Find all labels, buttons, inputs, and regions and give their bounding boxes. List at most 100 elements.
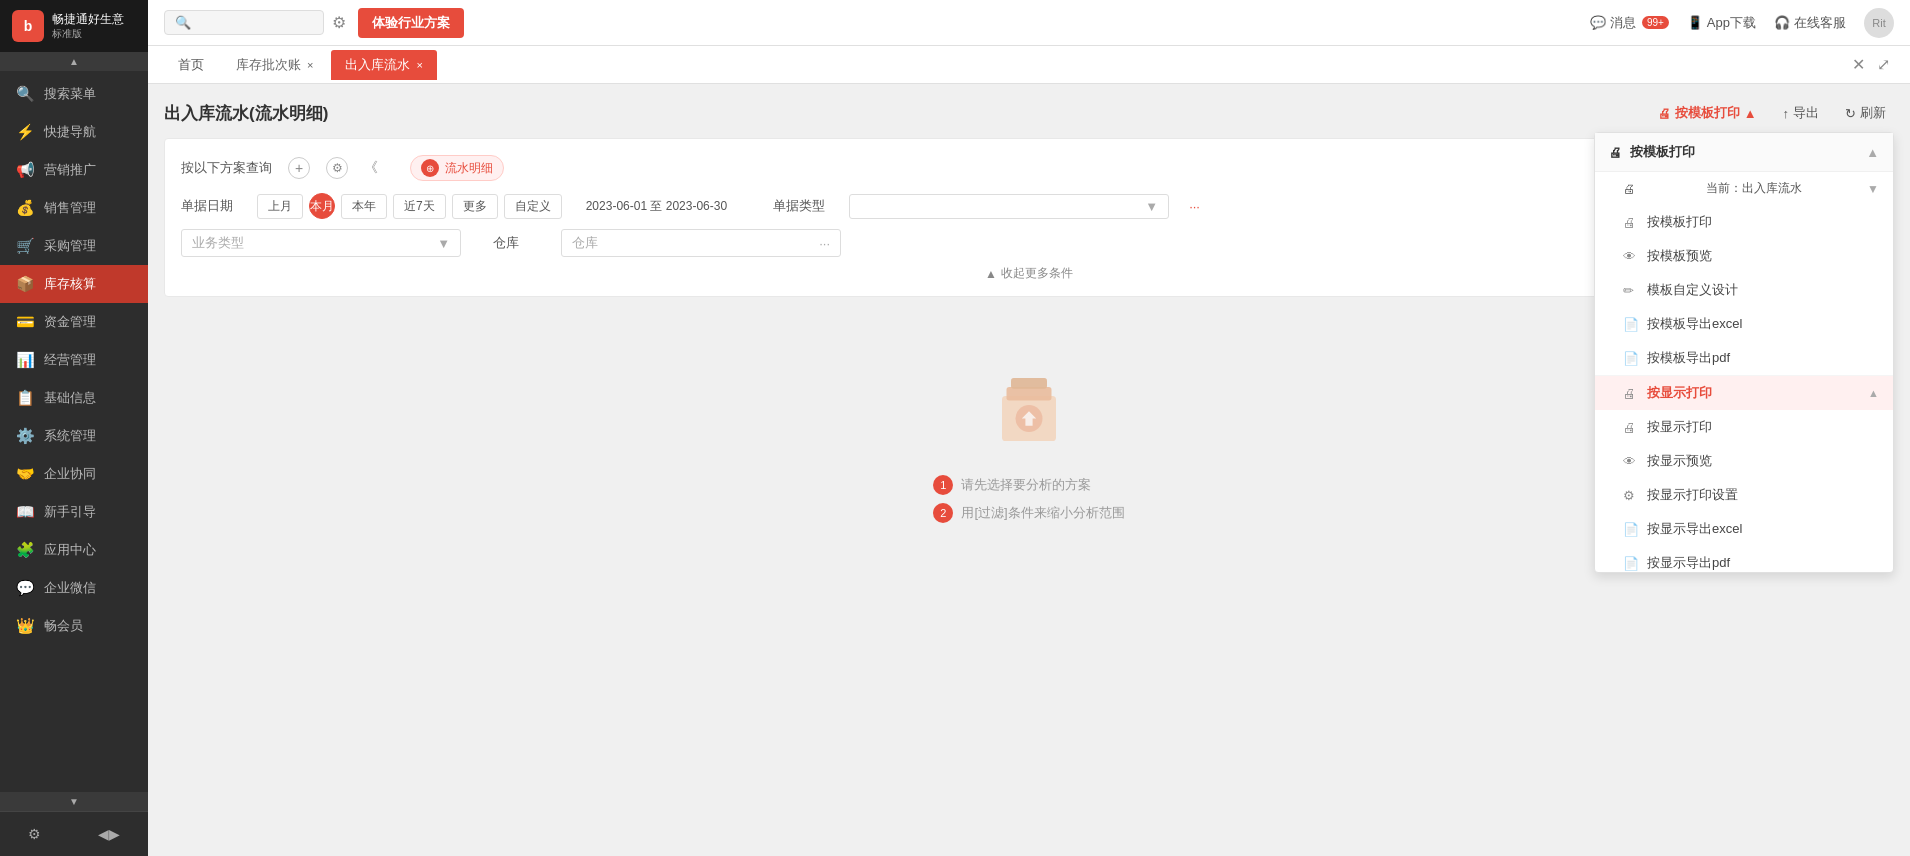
tabs-bar: 首页 库存批次账 × 出入库流水 × ✕ ⤢ — [148, 46, 1910, 84]
search-icon: 🔍 — [16, 85, 34, 103]
sidebar-item-member[interactable]: 👑 畅会员 — [0, 607, 148, 645]
guide-icon: 📖 — [16, 503, 34, 521]
appcenter-icon: 🧩 — [16, 541, 34, 559]
user-avatar[interactable]: Rit — [1864, 8, 1894, 38]
tag-icon: ⊕ — [421, 159, 439, 177]
dp-display-print[interactable]: 🖨 按显示打印 — [1595, 410, 1893, 444]
step2-num: 2 — [933, 503, 953, 523]
sidebar-item-system[interactable]: ⚙️ 系统管理 — [0, 417, 148, 455]
sidebar-item-finance[interactable]: 💳 资金管理 — [0, 303, 148, 341]
print-template-btn[interactable]: 🖨 按模板打印 ▲ — [1650, 100, 1765, 126]
warehouse-more[interactable]: ··· — [819, 236, 830, 251]
dp-scroll[interactable]: 🖨 当前：出入库流水 ▼ 🖨 按模板打印 👁 按模板预览 — [1595, 172, 1893, 572]
sidebar-item-wechat[interactable]: 💬 企业微信 — [0, 569, 148, 607]
dp-display-icon: 🖨 — [1623, 386, 1639, 401]
type-select-more[interactable]: ··· — [1189, 199, 1200, 214]
dp-dpreview-icon: 👁 — [1623, 454, 1639, 469]
biz-type-select[interactable]: 业务类型 ▼ — [181, 229, 461, 257]
sidebar-item-appcenter[interactable]: 🧩 应用中心 — [0, 531, 148, 569]
phone-icon: 📱 — [1687, 15, 1703, 30]
dp-template-print[interactable]: 🖨 按模板打印 — [1595, 205, 1893, 239]
sidebar-item-collab[interactable]: 🤝 企业协同 — [0, 455, 148, 493]
print-dropdown-panel: 🖨 按模板打印 ▲ 🖨 当前：出入库流水 ▼ — [1594, 132, 1894, 573]
topbar-gear-icon[interactable]: ⚙ — [332, 13, 346, 32]
sidebar-item-purchase[interactable]: 🛒 采购管理 — [0, 227, 148, 265]
win-close-btn[interactable]: ✕ — [1848, 53, 1869, 76]
dp-header-arrow[interactable]: ▲ — [1866, 145, 1879, 160]
step1-num: 1 — [933, 475, 953, 495]
messages-btn[interactable]: 💬 消息 99+ — [1590, 14, 1669, 32]
filter-add-btn[interactable]: + — [288, 157, 310, 179]
sidebar-toggle-btn[interactable]: ◀▶ — [92, 820, 126, 848]
dp-current-template[interactable]: 🖨 当前：出入库流水 ▼ — [1595, 172, 1893, 205]
logo-icon: b — [12, 10, 44, 42]
online-service-btn[interactable]: 🎧 在线客服 — [1774, 14, 1846, 32]
topbar-search-box[interactable]: 🔍 — [164, 10, 324, 35]
dp-section-display: 🖨 按显示打印 ▲ 🖨 按显示打印 👁 按显示预览 — [1595, 376, 1893, 572]
dp-display-preview[interactable]: 👁 按显示预览 — [1595, 444, 1893, 478]
system-icon: ⚙️ — [16, 427, 34, 445]
sidebar-item-quicknav[interactable]: ⚡ 快捷导航 — [0, 113, 148, 151]
logo-text: 畅捷通好生意 — [52, 11, 124, 28]
date-btn-7days[interactable]: 近7天 — [393, 194, 446, 219]
date-btn-custom[interactable]: 自定义 — [504, 194, 562, 219]
sidebar-item-sales[interactable]: 💰 销售管理 — [0, 189, 148, 227]
win-expand-btn[interactable]: ⤢ — [1873, 53, 1894, 76]
sidebar-nav: 🔍 搜索菜单 ⚡ 快捷导航 📢 营销推广 💰 销售管理 🛒 采购管理 📦 库存核… — [0, 71, 148, 792]
date-btn-lastmonth[interactable]: 上月 — [257, 194, 303, 219]
sidebar-item-operation[interactable]: 📊 经营管理 — [0, 341, 148, 379]
tab-inventory-flow-close[interactable]: × — [416, 59, 422, 71]
basic-icon: 📋 — [16, 389, 34, 407]
sidebar-scroll-up[interactable]: ▲ — [0, 52, 148, 71]
filter-tag-item[interactable]: ⊕ 流水明细 — [410, 155, 504, 181]
refresh-btn[interactable]: ↻ 刷新 — [1837, 100, 1894, 126]
search-input[interactable] — [195, 16, 313, 30]
tab-home[interactable]: 首页 — [164, 50, 218, 80]
collapse-arrow-icon: ▲ — [985, 267, 997, 281]
date-btn-more[interactable]: 更多 — [452, 194, 498, 219]
export-btn[interactable]: ↑ 导出 — [1775, 100, 1828, 126]
dp-template-excel[interactable]: 📄 按模板导出excel — [1595, 307, 1893, 341]
sales-icon: 💰 — [16, 199, 34, 217]
svg-rect-1 — [1007, 387, 1052, 401]
dp-template-preview[interactable]: 👁 按模板预览 — [1595, 239, 1893, 273]
sidebar-scroll-down[interactable]: ▼ — [0, 792, 148, 811]
dp-print-icon: 🖨 — [1609, 145, 1622, 160]
print-dropdown-arrow[interactable]: ▲ — [1744, 106, 1757, 121]
empty-steps: 1 请先选择要分析的方案 2 用[过滤]条件来缩小分析范围 — [933, 475, 1124, 531]
tab-inventory-batch-close[interactable]: × — [307, 59, 313, 71]
sidebar-settings-btn[interactable]: ⚙ — [22, 820, 47, 848]
dp-display-print-header[interactable]: 🖨 按显示打印 ▲ — [1595, 376, 1893, 410]
sidebar-item-search[interactable]: 🔍 搜索菜单 — [0, 75, 148, 113]
filter-settings-btn[interactable]: ⚙ — [326, 157, 348, 179]
finance-icon: 💳 — [16, 313, 34, 331]
date-btn-thismonth[interactable]: 本月 — [309, 193, 335, 219]
dp-display-arrow: ▲ — [1868, 387, 1879, 399]
dp-display-pdf[interactable]: 📄 按显示导出pdf — [1595, 546, 1893, 572]
sidebar-item-marketing[interactable]: 📢 营销推广 — [0, 151, 148, 189]
filter-collapse-icon[interactable]: 《 — [364, 159, 378, 177]
sidebar-bottom: ⚙ ◀▶ — [0, 811, 148, 856]
sidebar-item-guide[interactable]: 📖 新手引导 — [0, 493, 148, 531]
sidebar-item-inventory[interactable]: 📦 库存核算 — [0, 265, 148, 303]
search-icon: 🔍 — [175, 15, 191, 30]
tab-inventory-flow[interactable]: 出入库流水 × — [331, 50, 436, 80]
dp-customize-icon: ✏ — [1623, 283, 1639, 298]
trial-industry-btn[interactable]: 体验行业方案 — [358, 8, 464, 38]
warehouse-select[interactable]: 仓库 ··· — [561, 229, 841, 257]
filter-scheme-label: 按以下方案查询 — [181, 159, 272, 177]
operation-icon: 📊 — [16, 351, 34, 369]
collapse-btn[interactable]: ▲ 收起更多条件 — [985, 265, 1073, 282]
dp-display-excel[interactable]: 📄 按显示导出excel — [1595, 512, 1893, 546]
date-filter-btns: 上月 本月 本年 近7天 更多 自定义 — [257, 193, 562, 219]
tab-inventory-batch[interactable]: 库存批次账 × — [222, 50, 327, 80]
dp-template-customize[interactable]: ✏ 模板自定义设计 — [1595, 273, 1893, 307]
date-btn-thisyear[interactable]: 本年 — [341, 194, 387, 219]
sidebar-item-basic[interactable]: 📋 基础信息 — [0, 379, 148, 417]
topbar: 🔍 ⚙ 体验行业方案 💬 消息 99+ 📱 App下载 🎧 在线客服 Rit — [148, 0, 1910, 46]
dp-display-print-settings[interactable]: ⚙ 按显示打印设置 — [1595, 478, 1893, 512]
type-select[interactable]: ▼ — [849, 194, 1169, 219]
app-download-btn[interactable]: 📱 App下载 — [1687, 14, 1756, 32]
type-label: 单据类型 — [773, 198, 825, 213]
dp-template-pdf[interactable]: 📄 按模板导出pdf — [1595, 341, 1893, 375]
